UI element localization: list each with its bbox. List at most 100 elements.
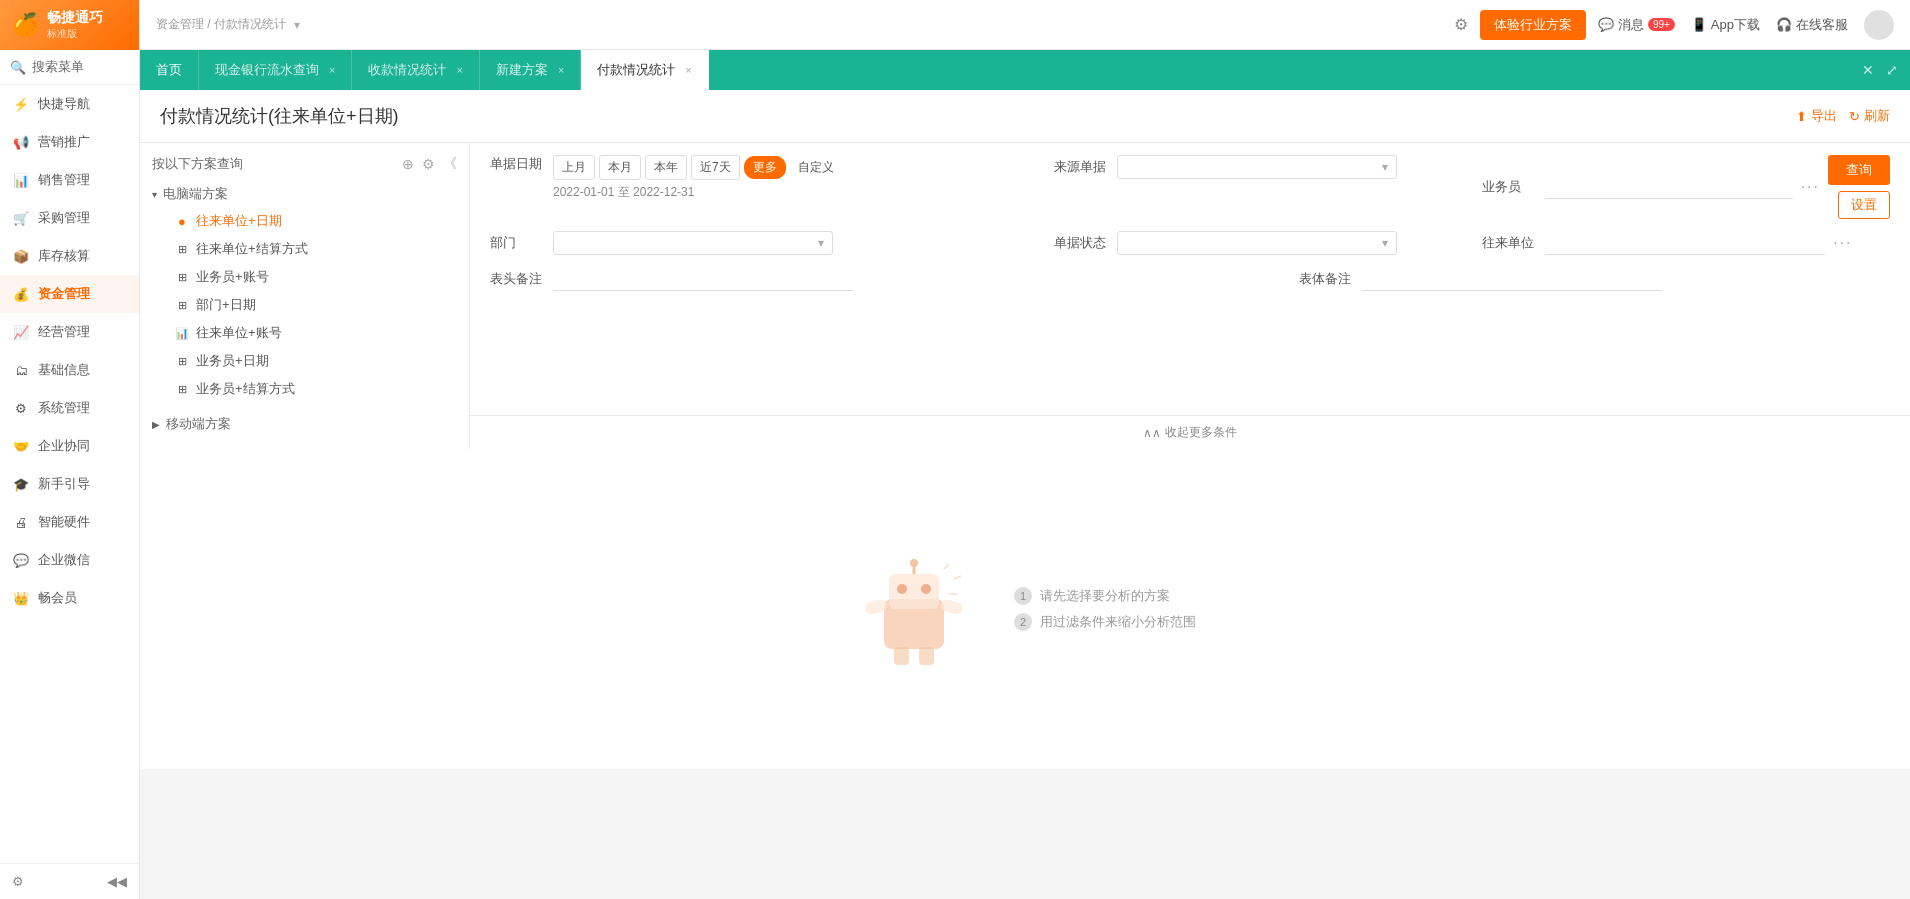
sidebar-item-enterprise[interactable]: 🤝 企业协同 xyxy=(0,427,139,465)
scheme-item-salesman-date[interactable]: ⊞ 业务员+日期 xyxy=(168,347,457,375)
settings-btn[interactable]: 设置 xyxy=(1838,191,1890,219)
online-service-btn[interactable]: 🎧 在线客服 xyxy=(1776,16,1848,34)
tab-bank-flow[interactable]: 现金银行流水查询 × xyxy=(199,50,352,90)
export-btn[interactable]: ⬆ 导出 xyxy=(1796,107,1837,125)
sidebar-item-member[interactable]: 👑 畅会员 xyxy=(0,579,139,617)
date-btn-this-year[interactable]: 本年 xyxy=(645,155,687,180)
scheme-item-counterparty-date[interactable]: ● 往来单位+日期 xyxy=(168,207,457,235)
date-btn-custom[interactable]: 自定义 xyxy=(790,156,842,179)
scheme-pc-list: ● 往来单位+日期 ⊞ 往来单位+结算方式 ⊞ 业务员+账号 ⊞ xyxy=(168,207,457,403)
window-maximize-btn[interactable]: ⤢ xyxy=(1886,62,1898,78)
date-btn-last-month[interactable]: 上月 xyxy=(553,155,595,180)
tab-payment-stat-close[interactable]: × xyxy=(685,64,691,76)
main-content: 资金管理 / 付款情况统计 ▾ ⚙ 体验行业方案 💬 消息 99+ 📱 App下… xyxy=(140,0,1910,899)
tab-receipt-stat-close[interactable]: × xyxy=(456,64,462,76)
counterparty-dots[interactable]: ··· xyxy=(1833,234,1852,252)
app-download-label: App下载 xyxy=(1711,16,1760,34)
tip-num-2: 2 xyxy=(1014,613,1032,631)
svg-rect-7 xyxy=(919,647,934,665)
sidebar-item-label: 营销推广 xyxy=(38,133,90,151)
sidebar-item-operation[interactable]: 📈 经营管理 xyxy=(0,313,139,351)
scheme-item-dept-date[interactable]: ⊞ 部门+日期 xyxy=(168,291,457,319)
scheme-table-icon: ⊞ xyxy=(174,241,190,257)
filter-row-1: 单据日期 上月 本月 本年 近7天 更多 自定义 20 xyxy=(490,155,1890,219)
sidebar-item-label: 经营管理 xyxy=(38,323,90,341)
tab-bar: 首页 现金银行流水查询 × 收款情况统计 × 新建方案 × 付款情况统计 × ✕… xyxy=(140,50,1910,90)
sidebar-item-system[interactable]: ⚙ 系统管理 xyxy=(0,389,139,427)
header-gear-icon[interactable]: ⚙ xyxy=(1454,15,1468,34)
scheme-settings-icon[interactable]: ⚙ xyxy=(422,156,435,172)
sidebar-search[interactable]: 🔍 搜索菜单 xyxy=(0,50,139,85)
tab-receipt-stat-label: 收款情况统计 xyxy=(368,61,446,79)
scheme-pc-group-title[interactable]: ▾ 电脑端方案 xyxy=(152,181,457,207)
refresh-btn[interactable]: ↻ 刷新 xyxy=(1849,107,1890,125)
sidebar-item-label: 系统管理 xyxy=(38,399,90,417)
tab-new-scheme[interactable]: 新建方案 × xyxy=(480,50,581,90)
sidebar-item-guide[interactable]: 🎓 新手引导 xyxy=(0,465,139,503)
sidebar-item-sales[interactable]: 📊 销售管理 xyxy=(0,161,139,199)
counterparty-input[interactable] xyxy=(1545,231,1825,255)
sidebar-item-label: 企业协同 xyxy=(38,437,90,455)
footer-settings-icon[interactable]: ⚙ xyxy=(12,874,24,889)
filter-main-area: 单据日期 上月 本月 本年 近7天 更多 自定义 20 xyxy=(470,143,1910,449)
scheme-item-counterparty-account[interactable]: 📊 往来单位+账号 xyxy=(168,319,457,347)
sidebar-item-marketing[interactable]: 📢 营销推广 xyxy=(0,123,139,161)
sidebar-item-label: 销售管理 xyxy=(38,171,90,189)
sidebar-item-wechat[interactable]: 💬 企业微信 xyxy=(0,541,139,579)
tab-receipt-stat[interactable]: 收款情况统计 × xyxy=(352,50,479,90)
sidebar-item-inventory[interactable]: 📦 库存核算 xyxy=(0,237,139,275)
operation-icon: 📈 xyxy=(12,323,30,341)
source-doc-select[interactable]: ▾ xyxy=(1117,155,1397,179)
user-avatar[interactable] xyxy=(1864,10,1894,40)
scheme-panel: 按以下方案查询 ⊕ ⚙ 《 ▾ 电脑端方案 ● 往来 xyxy=(140,143,470,449)
salesman-dots[interactable]: ··· xyxy=(1801,178,1820,196)
collapse-bar[interactable]: ∧∧ 收起更多条件 xyxy=(470,415,1910,449)
tab-payment-stat[interactable]: 付款情况统计 × xyxy=(581,50,708,90)
body-note-input[interactable] xyxy=(1362,267,1662,291)
sidebar-collapse-icon[interactable]: ◀◀ xyxy=(107,874,127,889)
window-close-btn[interactable]: ✕ xyxy=(1862,62,1874,78)
sidebar-item-hardware[interactable]: 🖨 智能硬件 xyxy=(0,503,139,541)
date-btn-this-month[interactable]: 本月 xyxy=(599,155,641,180)
breadcrumb-dropdown-icon[interactable]: ▾ xyxy=(294,18,300,32)
tab-payment-stat-label: 付款情况统计 xyxy=(597,61,675,79)
query-btn[interactable]: 查询 xyxy=(1828,155,1890,185)
app-download-btn[interactable]: 📱 App下载 xyxy=(1691,16,1760,34)
inventory-icon: 📦 xyxy=(12,247,30,265)
scheme-collapse-icon[interactable]: 《 xyxy=(443,155,457,173)
doc-status-select[interactable]: ▾ xyxy=(1117,231,1397,255)
scheme-item-salesman-settle[interactable]: ⊞ 业务员+结算方式 xyxy=(168,375,457,403)
scheme-add-icon[interactable]: ⊕ xyxy=(402,156,414,172)
date-btn-last-7days[interactable]: 近7天 xyxy=(691,155,740,180)
salesman-label: 业务员 xyxy=(1482,178,1537,196)
tab-new-scheme-close[interactable]: × xyxy=(558,64,564,76)
notifications-btn[interactable]: 💬 消息 99+ xyxy=(1598,16,1675,34)
tip-text-2: 用过滤条件来缩小分析范围 xyxy=(1040,613,1196,631)
enterprise-icon: 🤝 xyxy=(12,437,30,455)
sidebar-item-finance[interactable]: 💰 资金管理 xyxy=(0,275,139,313)
salesman-input[interactable] xyxy=(1545,175,1793,199)
tab-new-scheme-label: 新建方案 xyxy=(496,61,548,79)
scheme-panel-title: 按以下方案查询 xyxy=(152,155,243,173)
scheme-table-icon: ⊞ xyxy=(174,297,190,313)
tab-home[interactable]: 首页 xyxy=(140,50,199,90)
sales-icon: 📊 xyxy=(12,171,30,189)
scheme-table-icon: ⊞ xyxy=(174,353,190,369)
scheme-item-counterparty-settle[interactable]: ⊞ 往来单位+结算方式 xyxy=(168,235,457,263)
header-note-input[interactable] xyxy=(553,267,853,291)
date-btn-more[interactable]: 更多 xyxy=(744,156,786,179)
sidebar-item-label: 基础信息 xyxy=(38,361,90,379)
sidebar-item-label: 智能硬件 xyxy=(38,513,90,531)
sidebar-logo: 🍊 畅捷通巧 标准版 xyxy=(0,0,139,50)
purchase-icon: 🛒 xyxy=(12,209,30,227)
experience-btn[interactable]: 体验行业方案 xyxy=(1480,10,1586,40)
sidebar-item-purchase[interactable]: 🛒 采购管理 xyxy=(0,199,139,237)
dept-select[interactable]: ▾ xyxy=(553,231,833,255)
sidebar-item-basic[interactable]: 🗂 基础信息 xyxy=(0,351,139,389)
scheme-item-salesman-account[interactable]: ⊞ 业务员+账号 xyxy=(168,263,457,291)
scheme-mobile-group-title[interactable]: ▶ 移动端方案 xyxy=(152,411,457,437)
sidebar-item-quick-nav[interactable]: ⚡ 快捷导航 xyxy=(0,85,139,123)
source-doc-label: 来源单据 xyxy=(1054,158,1109,176)
robot-svg xyxy=(854,559,974,669)
tab-bank-flow-close[interactable]: × xyxy=(329,64,335,76)
